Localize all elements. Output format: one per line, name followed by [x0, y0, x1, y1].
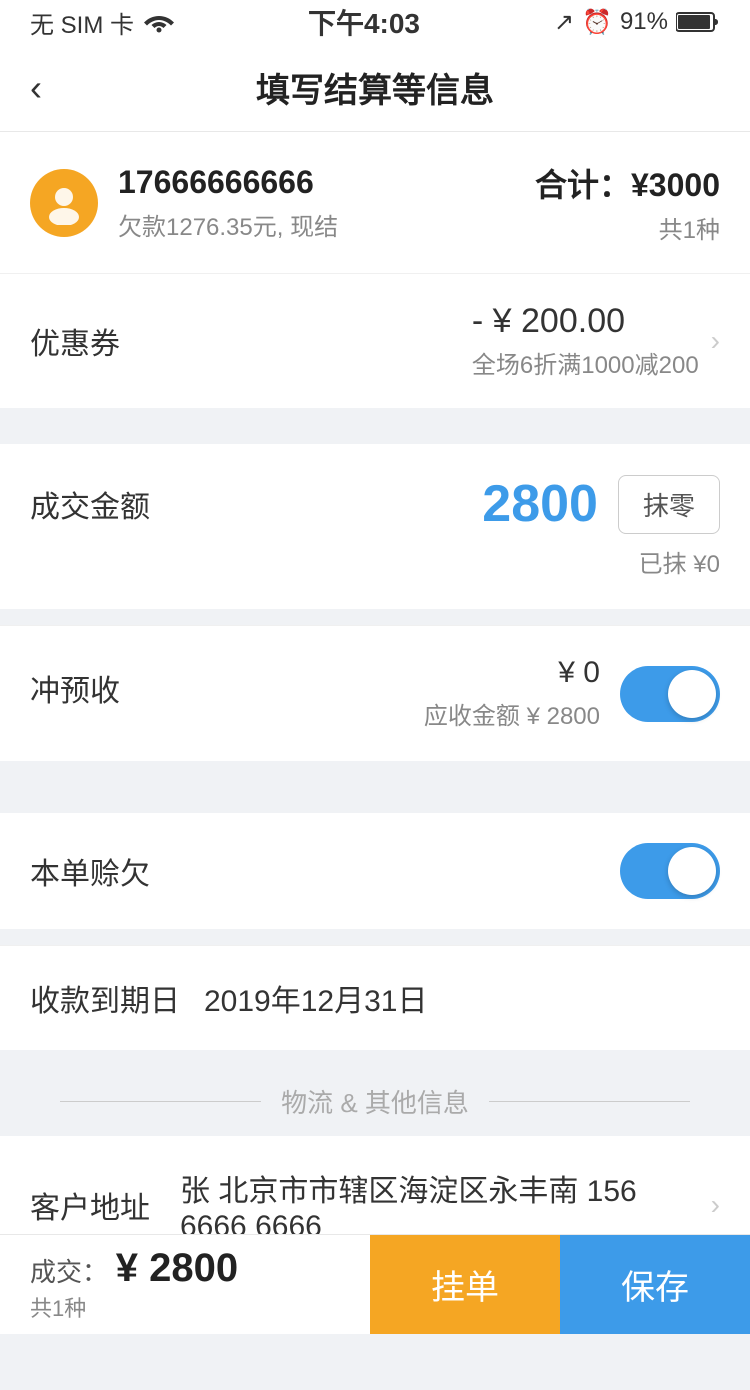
coupon-row[interactable]: 优惠券 - ¥ 200.00 全场6折满1000减200 ›: [0, 273, 750, 408]
amount-value: 2800: [482, 474, 598, 534]
battery-label: 91%: [620, 8, 668, 36]
debt-toggle[interactable]: [620, 843, 720, 899]
prepay-receivable: 应收金额 ¥ 2800: [424, 696, 600, 731]
debt-section: 本单赊欠: [0, 813, 750, 929]
amount-row: 成交金额 2800 抹零: [30, 474, 720, 534]
divider-1: [0, 424, 750, 444]
coupon-label: 优惠券: [30, 319, 120, 363]
prepay-amount: ¥ 0: [424, 656, 600, 690]
address-label: 客户地址: [30, 1183, 150, 1227]
status-bar: 无 SIM 卡 下午4:03 ↗ ⏰ 91%: [0, 0, 750, 44]
customer-total: 合计：¥3000 共1种: [535, 160, 720, 245]
prepay-row: 冲预收 ¥ 0 应收金额 ¥ 2800: [30, 656, 720, 731]
sim-label: 无 SIM 卡: [30, 5, 134, 40]
address-chevron-icon: ›: [711, 1189, 720, 1221]
logistics-header-line: 物流 & 其他信息: [0, 1083, 750, 1120]
bottom-summary: 成交： ¥ 2800 共1种: [0, 1235, 370, 1334]
due-date-label: 收款到期日: [30, 976, 180, 1020]
status-right: ↗ ⏰ 91%: [554, 8, 720, 37]
bottom-count: 共1种: [30, 1291, 340, 1323]
customer-card: 17666666666 欠款1276.35元, 现结 合计：¥3000 共1种 …: [0, 132, 750, 408]
round-button[interactable]: 抹零: [618, 475, 720, 534]
due-date-section: 收款到期日 2019年12月31日: [0, 945, 750, 1050]
coupon-discount: - ¥ 200.00: [472, 302, 699, 341]
bottom-deal-label: 成交：: [30, 1257, 108, 1287]
prepay-right: ¥ 0 应收金额 ¥ 2800: [424, 656, 720, 731]
debt-label: 本单赊欠: [30, 849, 150, 893]
alarm-icon: ⏰: [582, 8, 612, 37]
page-title: 填写结算等信息: [256, 63, 494, 112]
customer-debt: 欠款1276.35元, 现结: [118, 207, 338, 242]
avatar: [30, 169, 98, 237]
logistics-section-label: 物流 & 其他信息: [281, 1083, 469, 1120]
amount-label: 成交金额: [30, 482, 150, 526]
debt-row: 本单赊欠: [30, 843, 720, 899]
header-line-right: [489, 1101, 690, 1102]
status-left: 无 SIM 卡: [30, 5, 174, 40]
total-amount-label: 合计：¥3000: [535, 160, 720, 206]
total-count: 共1种: [535, 210, 720, 245]
coupon-right: - ¥ 200.00 全场6折满1000减200 ›: [472, 302, 720, 380]
due-date-row: 收款到期日 2019年12月31日: [30, 976, 720, 1020]
amount-section: 成交金额 2800 抹零 已抹 ¥0: [0, 444, 750, 609]
amount-right: 2800 抹零: [482, 474, 720, 534]
wifi-icon: [144, 11, 174, 33]
coupon-detail: 全场6折满1000减200: [472, 345, 699, 380]
customer-left: 17666666666 欠款1276.35元, 现结: [30, 164, 338, 242]
save-button[interactable]: 保存: [560, 1235, 750, 1334]
header-line-left: [60, 1101, 261, 1102]
address-value: 张 北京市市辖区海淀区永丰南 156 6666 6666: [180, 1166, 711, 1244]
divider-2: [0, 777, 750, 797]
back-button[interactable]: ‹: [30, 67, 42, 109]
coupon-chevron-icon: ›: [711, 325, 720, 357]
prepay-info: ¥ 0 应收金额 ¥ 2800: [424, 656, 600, 731]
bottom-amount: ¥ 2800: [116, 1246, 238, 1290]
customer-info: 17666666666 欠款1276.35元, 现结: [118, 164, 338, 242]
prepay-section: 冲预收 ¥ 0 应收金额 ¥ 2800: [0, 625, 750, 761]
location-icon: ↗: [554, 8, 574, 37]
prepay-label: 冲预收: [30, 656, 120, 710]
hang-order-button[interactable]: 挂单: [370, 1235, 560, 1334]
already-zero: 已抹 ¥0: [30, 544, 720, 579]
bottom-bar: 成交： ¥ 2800 共1种 挂单 保存: [0, 1234, 750, 1334]
prepay-toggle[interactable]: [620, 666, 720, 722]
logistics-header: 物流 & 其他信息: [0, 1066, 750, 1136]
customer-phone: 17666666666: [118, 164, 338, 201]
due-date-value: 2019年12月31日: [204, 976, 427, 1020]
bottom-deal-row: 成交： ¥ 2800: [30, 1246, 340, 1291]
battery-icon: [676, 11, 720, 33]
nav-bar: ‹ 填写结算等信息: [0, 44, 750, 132]
address-row: 客户地址 张 北京市市辖区海淀区永丰南 156 6666 6666 ›: [30, 1166, 720, 1244]
status-time: 下午4:03: [308, 2, 420, 42]
customer-row: 17666666666 欠款1276.35元, 现结 合计：¥3000 共1种: [0, 132, 750, 273]
